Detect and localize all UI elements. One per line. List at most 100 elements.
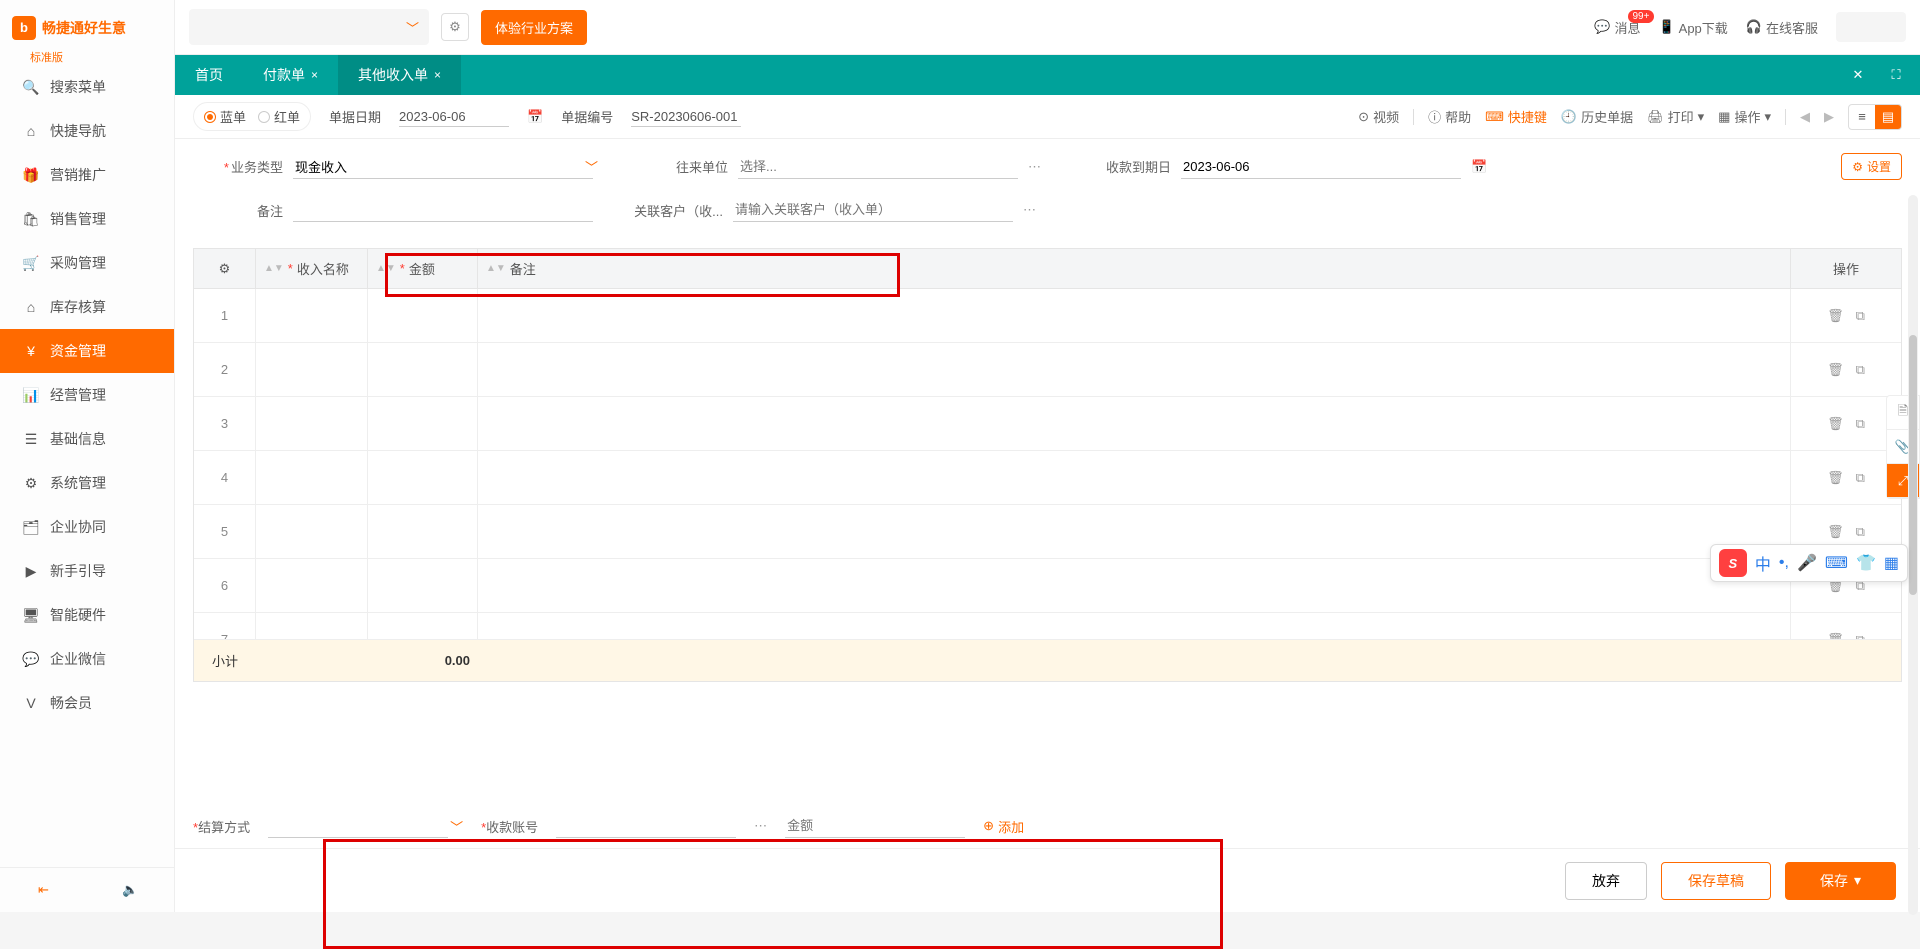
calendar-icon[interactable]: 📅 [527, 109, 543, 125]
more-icon[interactable]: ⋯ [1028, 159, 1041, 175]
video-button[interactable]: ⊙视频 [1358, 107, 1399, 126]
tab-0[interactable]: 首页 [175, 55, 243, 95]
close-icon[interactable]: × [434, 68, 441, 82]
sidebar-item-8[interactable]: ☰基础信息 [0, 417, 174, 461]
sidebar-item-6[interactable]: ¥资金管理 [0, 329, 174, 373]
messages-button[interactable]: 💬 消息 99+ [1594, 18, 1640, 37]
copy-row-icon[interactable]: ⧉ [1856, 632, 1865, 640]
cell-name[interactable] [256, 397, 368, 450]
save-draft-button[interactable]: 保存草稿 [1661, 862, 1771, 900]
radio-red[interactable]: 红单 [258, 107, 300, 126]
cell-name[interactable] [256, 343, 368, 396]
delete-row-icon[interactable]: 🗑 [1827, 416, 1844, 432]
more-icon[interactable]: ⋯ [754, 818, 767, 834]
cell-amount[interactable] [368, 451, 478, 504]
more-icon[interactable]: ⋯ [1023, 202, 1036, 218]
discard-button[interactable]: 放弃 [1565, 862, 1647, 900]
cell-name[interactable] [256, 505, 368, 558]
cell-remark[interactable] [478, 397, 1791, 450]
party-input[interactable] [738, 155, 1018, 179]
cell-remark[interactable] [478, 343, 1791, 396]
sidebar-item-10[interactable]: 🗂企业协同 [0, 505, 174, 549]
ime-keyboard-button[interactable]: ⌨ [1825, 553, 1848, 573]
help-button[interactable]: ⓘ帮助 [1428, 107, 1471, 126]
cell-name[interactable] [256, 451, 368, 504]
table-row[interactable]: 2🗑⧉ [194, 343, 1901, 397]
print-button[interactable]: 🖨打印▾ [1647, 107, 1704, 126]
delete-row-icon[interactable]: 🗑 [1827, 308, 1844, 324]
ime-logo-icon[interactable]: S [1719, 549, 1747, 577]
copy-row-icon[interactable]: ⧉ [1856, 470, 1865, 486]
sort-icon[interactable]: ▲▼ [264, 266, 284, 272]
due-date-input[interactable] [1181, 155, 1461, 179]
view-list-button[interactable]: ≡ [1849, 105, 1875, 129]
sidebar-item-14[interactable]: V畅会员 [0, 681, 174, 725]
cell-name[interactable] [256, 559, 368, 612]
delete-row-icon[interactable]: 🗑 [1827, 632, 1844, 640]
tab-2[interactable]: 其他收入单× [338, 55, 461, 95]
cell-amount[interactable] [368, 505, 478, 558]
delete-row-icon[interactable]: 🗑 [1827, 362, 1844, 378]
sidebar-item-0[interactable]: 🔍搜索菜单 [0, 65, 174, 109]
cell-amount[interactable] [368, 613, 478, 639]
copy-row-icon[interactable]: ⧉ [1856, 308, 1865, 324]
settings-icon[interactable]: ⚙ [441, 13, 469, 41]
org-selector[interactable]: ﹀ [189, 9, 429, 45]
sidebar-item-5[interactable]: ⌂库存核算 [0, 285, 174, 329]
copy-row-icon[interactable]: ⧉ [1856, 416, 1865, 432]
sidebar-item-11[interactable]: ▶新手引导 [0, 549, 174, 593]
cell-amount[interactable] [368, 559, 478, 612]
remark-input[interactable] [293, 198, 593, 222]
cell-remark[interactable] [478, 505, 1791, 558]
experience-button[interactable]: 体验行业方案 [481, 10, 587, 45]
form-settings-button[interactable]: ⚙设置 [1841, 153, 1902, 180]
cell-remark[interactable] [478, 289, 1791, 342]
view-detail-button[interactable]: ▤ [1875, 105, 1901, 129]
sidebar-collapse-button[interactable]: ⇤ [0, 868, 87, 912]
settle-account-input[interactable] [556, 814, 736, 838]
cell-name[interactable] [256, 613, 368, 639]
rel-customer-input[interactable] [733, 198, 1013, 222]
settle-amount-input[interactable] [785, 814, 965, 838]
radio-blue[interactable]: 蓝单 [204, 107, 246, 126]
save-button[interactable]: 保存▾ [1785, 862, 1896, 900]
ime-voice-button[interactable]: 🎤 [1797, 553, 1817, 573]
ops-button[interactable]: ▦操作▾ [1718, 107, 1771, 126]
table-row[interactable]: 6🗑⧉ [194, 559, 1901, 613]
table-row[interactable]: 1🗑⧉ [194, 289, 1901, 343]
ime-toolbox-button[interactable]: ▦ [1884, 553, 1899, 573]
table-row[interactable]: 3🗑⧉ [194, 397, 1901, 451]
cell-amount[interactable] [368, 289, 478, 342]
ime-skin-button[interactable]: 👕 [1856, 553, 1876, 573]
doc-date-value[interactable]: 2023-06-06 [399, 107, 509, 127]
copy-row-icon[interactable]: ⧉ [1856, 524, 1865, 540]
sidebar-item-1[interactable]: ⌂快捷导航 [0, 109, 174, 153]
fullscreen-button[interactable]: ⛶ [1882, 61, 1910, 89]
cell-remark[interactable] [478, 559, 1791, 612]
user-avatar[interactable] [1836, 12, 1906, 42]
sort-icon[interactable]: ▲▼ [486, 266, 506, 272]
sidebar-item-3[interactable]: 🛍销售管理 [0, 197, 174, 241]
online-service-button[interactable]: 🎧 在线客服 [1746, 18, 1818, 37]
copy-row-icon[interactable]: ⧉ [1856, 362, 1865, 378]
sort-icon[interactable]: ▲▼ [376, 266, 396, 272]
cell-amount[interactable] [368, 343, 478, 396]
close-icon[interactable]: × [311, 68, 318, 82]
tab-close-all-button[interactable]: ✕ [1844, 61, 1872, 89]
cell-remark[interactable] [478, 613, 1791, 639]
sidebar-item-13[interactable]: 💬企业微信 [0, 637, 174, 681]
tab-1[interactable]: 付款单× [243, 55, 338, 95]
cell-name[interactable] [256, 289, 368, 342]
cell-remark[interactable] [478, 451, 1791, 504]
grid-settings-icon[interactable]: ⚙ [194, 249, 256, 288]
table-row[interactable]: 7🗑⧉ [194, 613, 1901, 639]
add-settlement-button[interactable]: ⊕添加 [983, 817, 1024, 836]
delete-row-icon[interactable]: 🗑 [1827, 470, 1844, 486]
app-download-button[interactable]: 📱 App下载 [1658, 18, 1727, 37]
prev-doc-button[interactable]: ◀ [1800, 109, 1810, 125]
cell-amount[interactable] [368, 397, 478, 450]
delete-row-icon[interactable]: 🗑 [1827, 524, 1844, 540]
shortcut-button[interactable]: ⌨快捷键 [1485, 107, 1547, 126]
scrollbar[interactable] [1908, 195, 1918, 915]
sidebar-item-9[interactable]: ⚙系统管理 [0, 461, 174, 505]
